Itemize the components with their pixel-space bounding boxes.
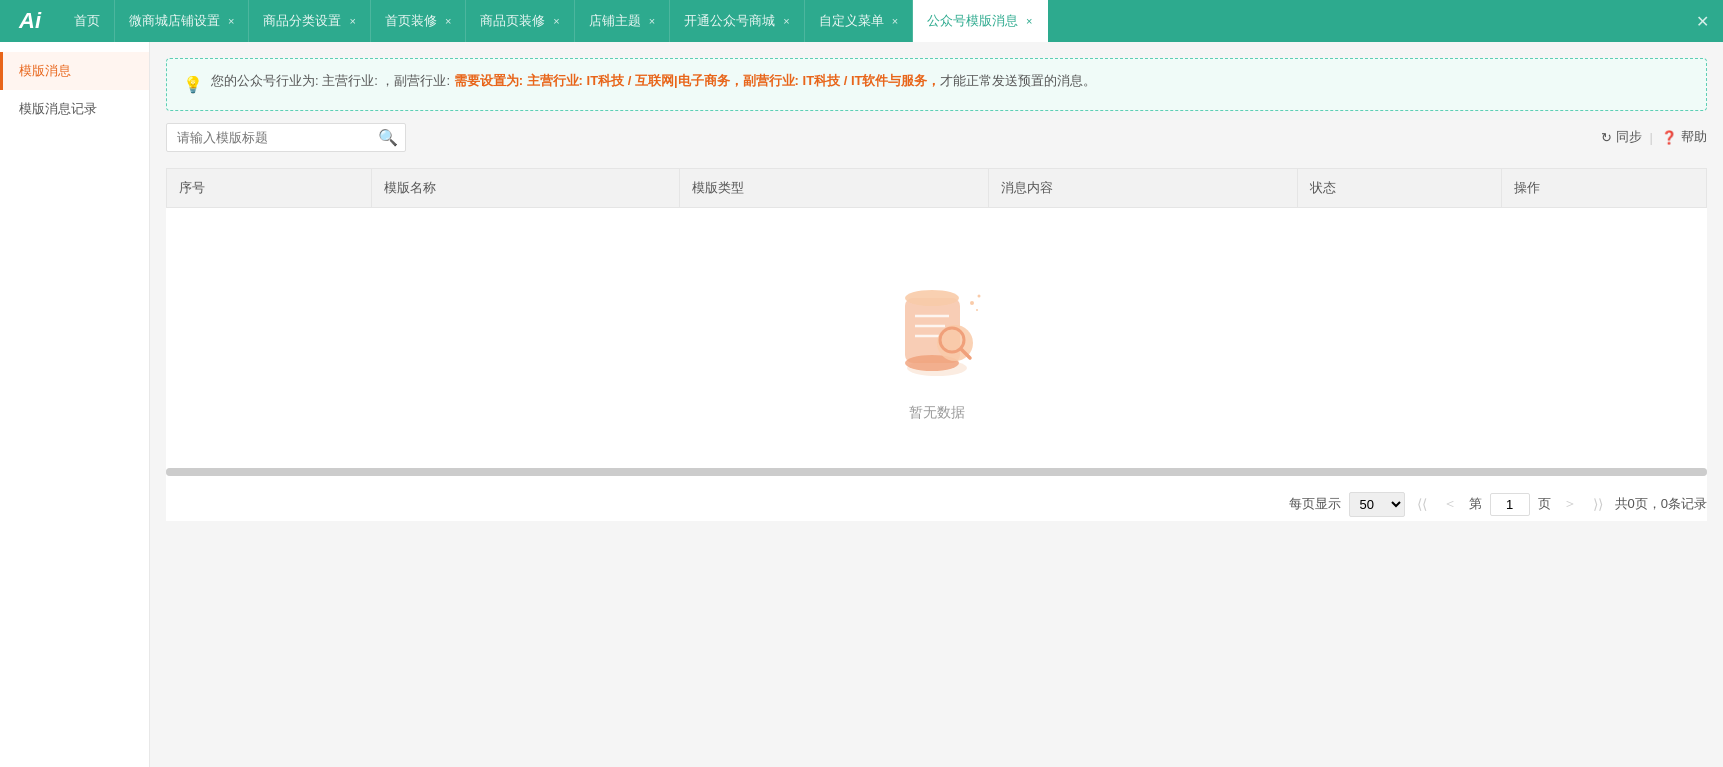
notice-box: 💡 您的公众号行业为: 主营行业: ，副营行业: 需要设置为: 主营行业: IT…	[166, 58, 1707, 111]
svg-point-2	[905, 290, 959, 306]
sidebar: 模版消息模版消息记录	[0, 42, 150, 767]
nav-tab-label: 公众号模版消息	[927, 12, 1018, 30]
nav-tab-商品分类设置[interactable]: 商品分类设置 ×	[249, 0, 370, 42]
table-header-row: 序号模版名称模版类型消息内容状态操作	[167, 168, 1707, 207]
scrollbar-row	[166, 462, 1707, 482]
bulb-icon: 💡	[183, 72, 203, 98]
scrollbar-thumb[interactable]	[166, 468, 1707, 476]
search-button[interactable]: 🔍	[378, 128, 398, 147]
page-unit: 页	[1538, 495, 1551, 513]
main-layout: 模版消息模版消息记录 💡 您的公众号行业为: 主营行业: ，副营行业: 需要设置…	[0, 42, 1723, 767]
sidebar-item-模版消息记录[interactable]: 模版消息记录	[0, 90, 149, 128]
nav-tab-close[interactable]: ×	[892, 15, 898, 27]
nav-tab-label: 店铺主题	[589, 12, 641, 30]
search-wrap: 🔍	[166, 123, 406, 152]
nav-tab-label: 商品页装修	[480, 12, 545, 30]
per-page-select[interactable]: 50 20 100	[1349, 492, 1405, 517]
sync-label: 同步	[1616, 128, 1642, 146]
nav-tab-label: 首页装修	[385, 12, 437, 30]
table-col-操作: 操作	[1502, 168, 1707, 207]
search-input[interactable]	[166, 123, 406, 152]
main-content: 💡 您的公众号行业为: 主营行业: ，副营行业: 需要设置为: 主营行业: IT…	[150, 42, 1723, 767]
notice-text: 您的公众号行业为: 主营行业: ，副营行业: 需要设置为: 主营行业: IT科技…	[211, 71, 1096, 92]
last-page-button[interactable]: ⟩⟩	[1589, 494, 1607, 514]
nav-tab-label: 自定义菜单	[819, 12, 884, 30]
nav-tab-首页[interactable]: 首页	[60, 0, 115, 42]
scrollbar-track[interactable]	[166, 468, 1707, 476]
nav-tab-close[interactable]: ×	[228, 15, 234, 27]
svg-point-10	[970, 301, 974, 305]
first-page-button[interactable]: ⟨⟨	[1413, 494, 1431, 514]
nav-tab-label: 微商城店铺设置	[129, 12, 220, 30]
nav-tab-label: 首页	[74, 12, 100, 30]
table-body: 暂无数据	[167, 207, 1707, 462]
table-col-模版类型: 模版类型	[680, 168, 989, 207]
nav-tab-自定义菜单[interactable]: 自定义菜单 ×	[805, 0, 913, 42]
toolbar: 🔍 ↻ 同步 | ❓ 帮助	[166, 123, 1707, 152]
nav-tab-商品页装修[interactable]: 商品页装修 ×	[466, 0, 574, 42]
data-table: 序号模版名称模版类型消息内容状态操作	[166, 168, 1707, 462]
top-navbar: Ai 首页微商城店铺设置×商品分类设置×首页装修×商品页装修×店铺主题×开通公众…	[0, 0, 1723, 42]
sidebar-item-模版消息[interactable]: 模版消息	[0, 52, 149, 90]
nav-tabs: 首页微商城店铺设置×商品分类设置×首页装修×商品页装修×店铺主题×开通公众号商城…	[60, 0, 1681, 42]
sync-icon: ↻	[1601, 130, 1612, 145]
nav-tab-开通公众号商城[interactable]: 开通公众号商城 ×	[670, 0, 804, 42]
page-input[interactable]	[1490, 493, 1530, 516]
toolbar-right: ↻ 同步 | ❓ 帮助	[1601, 128, 1707, 146]
svg-point-11	[977, 294, 980, 297]
table-header: 序号模版名称模版类型消息内容状态操作	[167, 168, 1707, 207]
empty-state: 暂无数据	[167, 208, 1707, 462]
table-col-消息内容: 消息内容	[989, 168, 1298, 207]
nav-tab-close[interactable]: ×	[1026, 15, 1032, 27]
nav-tab-label: 商品分类设置	[263, 12, 341, 30]
app-logo: Ai	[0, 0, 60, 42]
nav-tab-close[interactable]: ×	[445, 15, 451, 27]
help-icon: ❓	[1661, 130, 1677, 145]
pagination: 每页显示 50 20 100 ⟨⟨ ＜ 第 页 ＞ ⟩⟩ 共0页，0条记录	[166, 482, 1707, 521]
svg-point-12	[976, 309, 978, 311]
table-col-模版名称: 模版名称	[371, 168, 680, 207]
per-page-label: 每页显示	[1289, 495, 1341, 513]
help-button[interactable]: ❓ 帮助	[1661, 128, 1707, 146]
toolbar-divider: |	[1650, 130, 1653, 145]
table-empty-row: 暂无数据	[167, 207, 1707, 462]
table-col-序号: 序号	[167, 168, 372, 207]
prev-page-button[interactable]: ＜	[1439, 493, 1461, 515]
nav-tab-label: 开通公众号商城	[684, 12, 775, 30]
nav-tab-首页装修[interactable]: 首页装修 ×	[371, 0, 466, 42]
nav-tab-微商城店铺设置[interactable]: 微商城店铺设置 ×	[115, 0, 249, 42]
empty-text: 暂无数据	[909, 404, 965, 422]
help-label: 帮助	[1681, 128, 1707, 146]
nav-tab-店铺主题[interactable]: 店铺主题 ×	[575, 0, 670, 42]
nav-tab-公众号模版消息[interactable]: 公众号模版消息 ×	[913, 0, 1047, 42]
table-wrapper: 序号模版名称模版类型消息内容状态操作	[166, 168, 1707, 521]
total-label: 共0页，0条记录	[1615, 495, 1707, 513]
empty-illustration	[877, 268, 997, 388]
nav-tab-close[interactable]: ×	[349, 15, 355, 27]
window-close-button[interactable]: ✕	[1681, 0, 1723, 42]
nav-tab-close[interactable]: ×	[783, 15, 789, 27]
nav-tab-close[interactable]: ×	[553, 15, 559, 27]
nav-tab-close[interactable]: ×	[649, 15, 655, 27]
table-col-状态: 状态	[1297, 168, 1502, 207]
page-label: 第	[1469, 495, 1482, 513]
next-page-button[interactable]: ＞	[1559, 493, 1581, 515]
sync-button[interactable]: ↻ 同步	[1601, 128, 1642, 146]
